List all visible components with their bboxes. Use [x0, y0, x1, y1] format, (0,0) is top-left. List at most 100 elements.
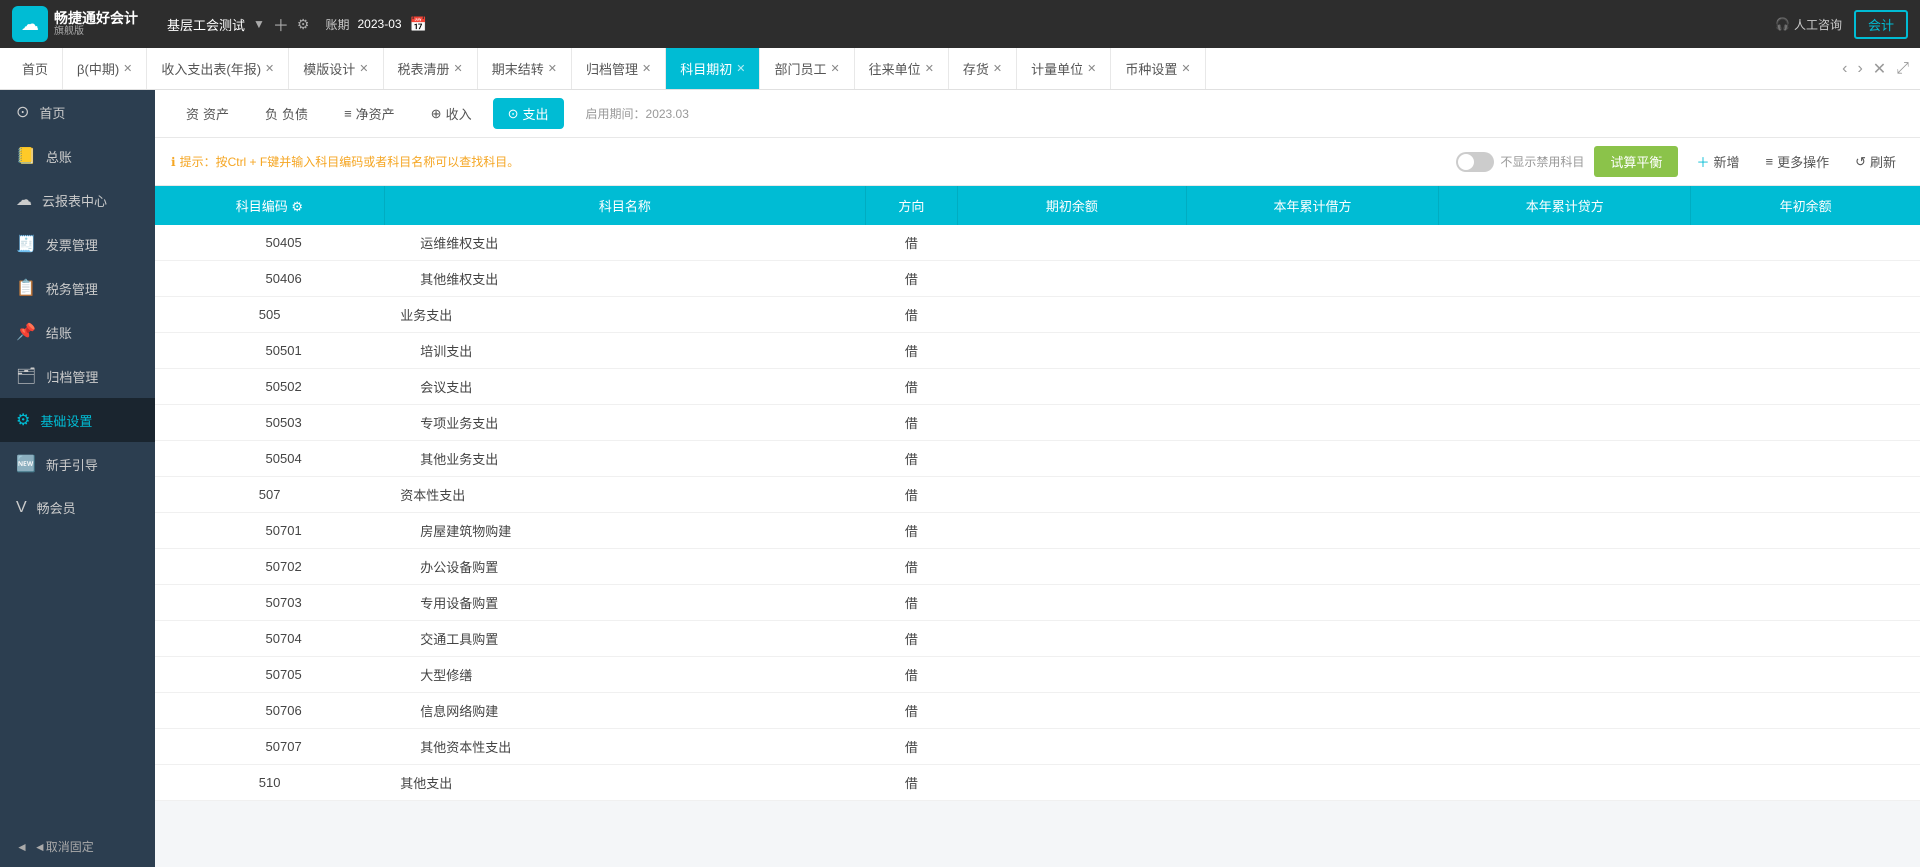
- refresh-button[interactable]: ↺ 刷新: [1847, 148, 1904, 175]
- cell-ytd-debit: [1186, 333, 1438, 369]
- tab-closing[interactable]: 期末结转 ✕: [478, 48, 572, 90]
- tab-inventory[interactable]: 存货 ✕: [949, 48, 1017, 90]
- tab-bs-close[interactable]: ✕: [123, 62, 132, 75]
- table-row[interactable]: 50703 专用设备购置 借: [155, 585, 1920, 621]
- tab-contacts-label: 往来单位: [869, 59, 921, 78]
- sidebar-item-invoice[interactable]: 🧾 发票管理: [0, 222, 155, 266]
- column-settings-icon[interactable]: ⚙: [291, 199, 303, 214]
- table-row[interactable]: 50701 房屋建筑物购建 借: [155, 513, 1920, 549]
- table-row[interactable]: 50502 会议支出 借: [155, 369, 1920, 405]
- cell-code: 507: [155, 477, 384, 513]
- sub-tab-income[interactable]: ⊕ 收入: [416, 98, 487, 129]
- tab-dept-close[interactable]: ✕: [830, 62, 839, 75]
- cell-ytd-balance: [1691, 333, 1920, 369]
- cell-direction: 借: [866, 297, 958, 333]
- cell-ytd-credit: [1439, 693, 1691, 729]
- tab-contacts[interactable]: 往来单位 ✕: [855, 48, 949, 90]
- tab-template[interactable]: 模版设计 ✕: [289, 48, 383, 90]
- assets-label: 资产: [203, 104, 229, 123]
- top-bar: ☁ 畅捷通好会计 旗舰版 基层工会测试 ▼ ＋ ⚙ 账期 2023-03 📅 🎧…: [0, 0, 1920, 48]
- sidebar-item-guide[interactable]: 🆕 新手引导: [0, 442, 155, 486]
- workspace-add-icon[interactable]: ＋: [273, 12, 289, 36]
- workspace-dropdown-icon[interactable]: ▼: [253, 17, 265, 31]
- more-icon: ≡: [1765, 154, 1773, 169]
- tab-currency-close[interactable]: ✕: [1181, 62, 1190, 75]
- table-row[interactable]: 50704 交通工具购置 借: [155, 621, 1920, 657]
- tab-inventory-close[interactable]: ✕: [993, 62, 1002, 75]
- sidebar-item-reports[interactable]: ☁ 云报表中心: [0, 178, 155, 222]
- tab-archive-close[interactable]: ✕: [642, 62, 651, 75]
- tab-contacts-close[interactable]: ✕: [925, 62, 934, 75]
- cell-period-balance: [957, 405, 1186, 441]
- sidebar-item-archive[interactable]: 🗂 归档管理: [0, 354, 155, 398]
- cell-ytd-credit: [1439, 225, 1691, 261]
- tab-bs[interactable]: β(中期) ✕: [63, 48, 147, 90]
- sidebar-item-closing[interactable]: 📌 结账: [0, 310, 155, 354]
- tab-close-all-icon[interactable]: ✕: [1870, 59, 1889, 79]
- tab-archive[interactable]: 归档管理 ✕: [572, 48, 666, 90]
- add-button[interactable]: ＋ 新增: [1688, 148, 1747, 175]
- sidebar-item-settings[interactable]: ⚙ 基础设置: [0, 398, 155, 442]
- tab-dept[interactable]: 部门员工 ✕: [760, 48, 854, 90]
- cell-period-balance: [957, 333, 1186, 369]
- table-row[interactable]: 50706 信息网络购建 借: [155, 693, 1920, 729]
- sub-tab-equity[interactable]: ≡ 净资产: [329, 98, 410, 129]
- disable-toggle[interactable]: [1456, 152, 1494, 172]
- tab-home[interactable]: 首页: [8, 48, 63, 90]
- cell-period-balance: [957, 765, 1186, 801]
- table-row[interactable]: 50406 其他维权支出 借: [155, 261, 1920, 297]
- table-row[interactable]: 50702 办公设备购置 借: [155, 549, 1920, 585]
- cell-ytd-credit: [1439, 621, 1691, 657]
- table-row[interactable]: 507 资本性支出 借: [155, 477, 1920, 513]
- account-button[interactable]: 会计: [1854, 10, 1908, 39]
- cell-period-balance: [957, 261, 1186, 297]
- table-row[interactable]: 50705 大型修缮 借: [155, 657, 1920, 693]
- tab-subject[interactable]: 科目期初 ✕: [666, 48, 760, 90]
- cell-code: 50707: [155, 729, 384, 765]
- sub-tab-assets[interactable]: 资 资产: [171, 98, 244, 129]
- tab-subject-close[interactable]: ✕: [736, 62, 745, 75]
- tab-currency[interactable]: 币种设置 ✕: [1111, 48, 1205, 90]
- tab-taxform[interactable]: 税表清册 ✕: [384, 48, 478, 90]
- sub-tab-liability[interactable]: 负 负债: [250, 98, 323, 129]
- period-calendar-icon[interactable]: 📅: [410, 16, 427, 33]
- tab-scroll-right-icon[interactable]: ›: [1854, 60, 1865, 78]
- sidebar-collapse-btn[interactable]: ◄ ◄取消固定: [0, 826, 155, 867]
- cell-ytd-debit: [1186, 477, 1438, 513]
- sidebar-item-tax[interactable]: 📋 税务管理: [0, 266, 155, 310]
- table-row[interactable]: 50405 运维维权支出 借: [155, 225, 1920, 261]
- table-row[interactable]: 50504 其他业务支出 借: [155, 441, 1920, 477]
- tab-income[interactable]: 收入支出表(年报) ✕: [147, 48, 289, 90]
- sidebar-item-vip[interactable]: V 畅会员: [0, 486, 155, 529]
- table-row[interactable]: 50501 培训支出 借: [155, 333, 1920, 369]
- table-row[interactable]: 505 业务支出 借: [155, 297, 1920, 333]
- tab-income-close[interactable]: ✕: [265, 62, 274, 75]
- tab-closing-close[interactable]: ✕: [548, 62, 557, 75]
- sub-tab-expenditure[interactable]: ⊙ 支出: [493, 98, 564, 129]
- archive-icon: 🗂: [16, 366, 36, 386]
- cell-ytd-debit: [1186, 549, 1438, 585]
- tab-template-close[interactable]: ✕: [359, 62, 368, 75]
- tab-unit-label: 计量单位: [1031, 59, 1083, 78]
- tab-expand-icon[interactable]: ⤢: [1893, 60, 1912, 78]
- cell-direction: 借: [866, 405, 958, 441]
- hint-text: 提示：按Ctrl + F键并输入科目编码或者科目名称可以查找科目。: [180, 153, 520, 170]
- tab-bs-label: β(中期): [77, 59, 119, 78]
- sidebar-item-ledger[interactable]: 📒 总账: [0, 134, 155, 178]
- table-row[interactable]: 510 其他支出 借: [155, 765, 1920, 801]
- sub-tab-bar: 资 资产 负 负债 ≡ 净资产 ⊕ 收入 ⊙ 支出 启用期间：2023.03: [155, 90, 1920, 138]
- table-row[interactable]: 50503 专项业务支出 借: [155, 405, 1920, 441]
- tab-unit[interactable]: 计量单位 ✕: [1017, 48, 1111, 90]
- workspace-setting-icon[interactable]: ⚙: [297, 16, 310, 33]
- tab-scroll-left-icon[interactable]: ‹: [1839, 60, 1850, 78]
- table-row[interactable]: 50707 其他资本性支出 借: [155, 729, 1920, 765]
- sidebar-item-home[interactable]: ⊙ 首页: [0, 90, 155, 134]
- tab-unit-close[interactable]: ✕: [1087, 62, 1096, 75]
- cell-code: 50704: [155, 621, 384, 657]
- tab-archive-label: 归档管理: [586, 59, 638, 78]
- cell-name: 办公设备购置: [384, 549, 865, 585]
- more-button[interactable]: ≡ 更多操作: [1757, 148, 1837, 175]
- tab-taxform-close[interactable]: ✕: [454, 62, 463, 75]
- service-button[interactable]: 🎧 人工咨询: [1775, 16, 1842, 33]
- balance-button[interactable]: 试算平衡: [1594, 146, 1678, 177]
